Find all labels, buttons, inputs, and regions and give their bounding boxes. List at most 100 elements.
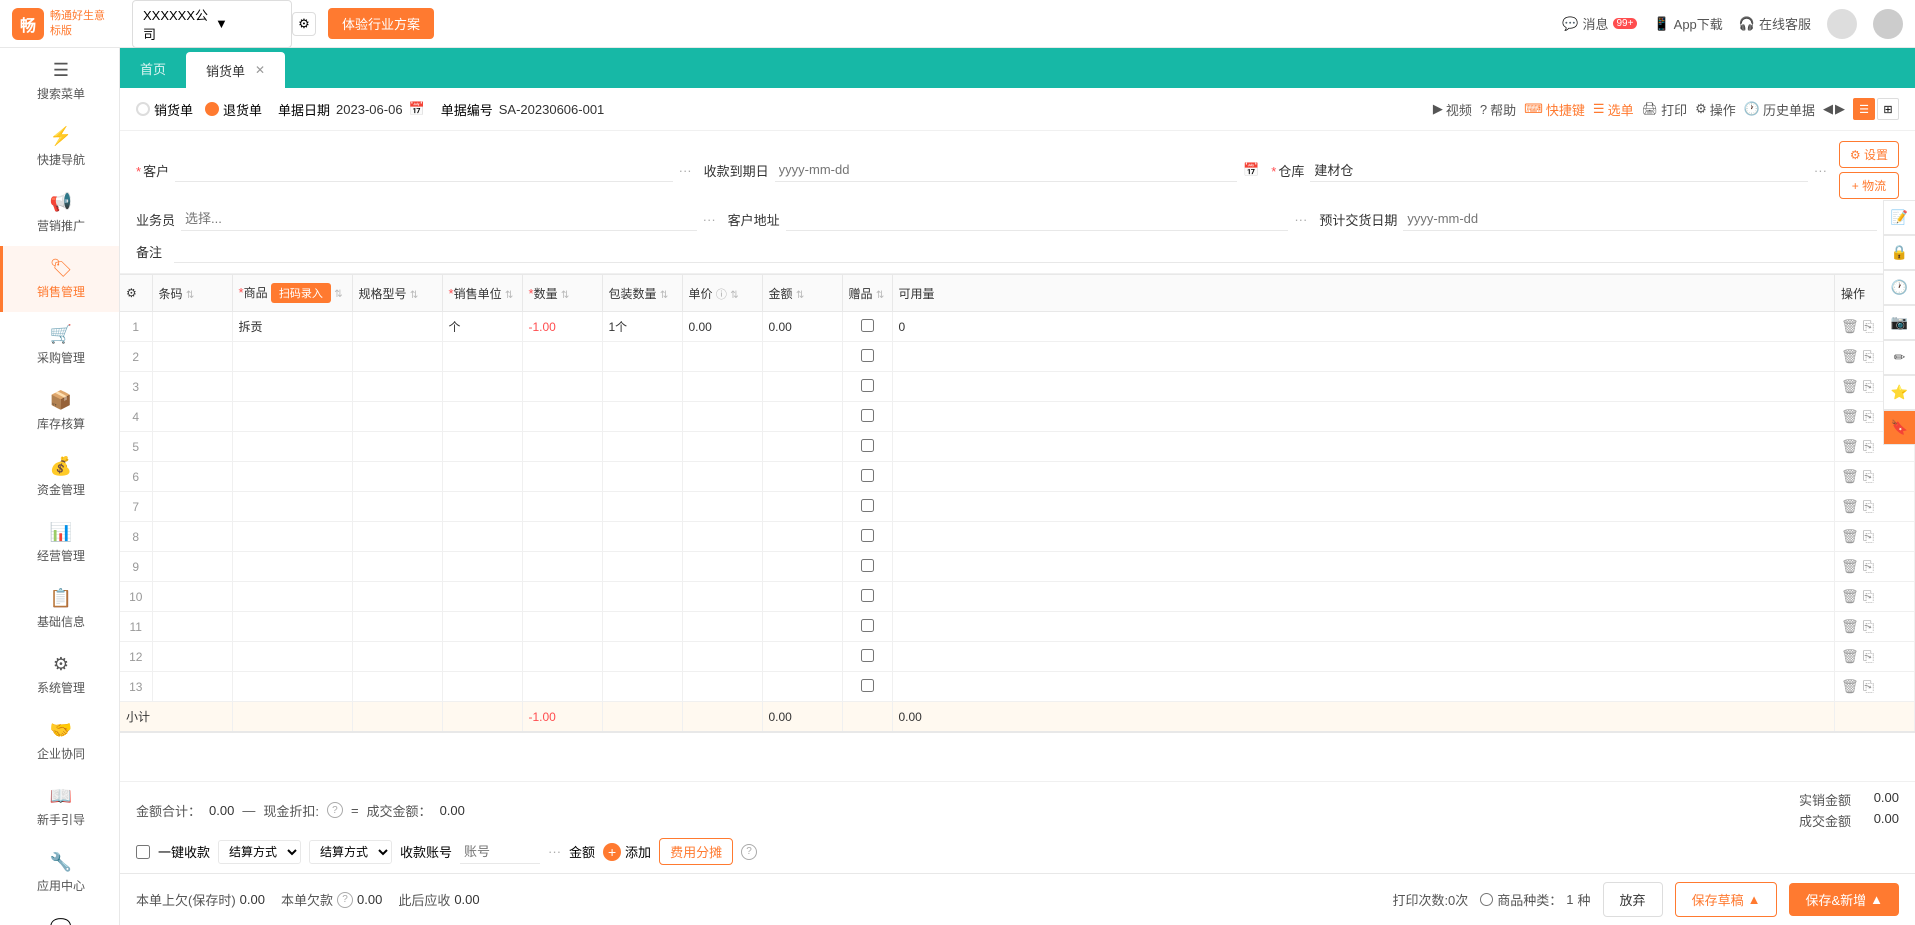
row-gift-8[interactable]: [842, 522, 892, 552]
row-pack-qty-12[interactable]: [602, 642, 682, 672]
row-product-7[interactable]: [232, 492, 352, 522]
row-copy-13[interactable]: ⎘: [1863, 678, 1874, 695]
row-spec-1[interactable]: [352, 312, 442, 342]
row-gift-6[interactable]: [842, 462, 892, 492]
row-delete-6[interactable]: 🗑: [1841, 468, 1859, 485]
sidebar-item-purchase[interactable]: 🛒 采购管理: [0, 312, 119, 378]
row-delete-2[interactable]: 🗑: [1841, 348, 1859, 365]
sidebar-item-guide[interactable]: 📖 新手引导: [0, 774, 119, 840]
row-copy-6[interactable]: ⎘: [1863, 468, 1874, 485]
expected-date-input[interactable]: [1403, 207, 1876, 231]
calendar-icon[interactable]: 📅: [409, 101, 425, 117]
row-barcode-9[interactable]: [152, 552, 232, 582]
help-btn[interactable]: ? 帮助: [1480, 100, 1516, 119]
expense-help-icon[interactable]: ?: [741, 844, 757, 860]
float-photo-btn[interactable]: 📷: [1883, 305, 1915, 340]
row-pack-qty-7[interactable]: [602, 492, 682, 522]
sidebar-item-app-center[interactable]: 🔧 应用中心: [0, 840, 119, 906]
row-unit-price-9[interactable]: [682, 552, 762, 582]
avatar-2[interactable]: [1873, 9, 1903, 39]
product-sort-icon[interactable]: ⇅: [334, 289, 342, 300]
float-bookmark-btn[interactable]: 🔖: [1883, 410, 1915, 445]
row-barcode-3[interactable]: [152, 372, 232, 402]
row-gift-1[interactable]: [842, 312, 892, 342]
company-selector[interactable]: XXXXXX公司 ▼: [132, 0, 292, 48]
radio-sales-order[interactable]: 销货单: [136, 100, 193, 119]
row-unit-1[interactable]: 个: [442, 312, 522, 342]
tab-close-icon[interactable]: ✕: [255, 63, 265, 77]
row-qty-8[interactable]: [522, 522, 602, 552]
row-spec-4[interactable]: [352, 402, 442, 432]
list-view-btn[interactable]: ☰: [1853, 98, 1875, 120]
row-barcode-8[interactable]: [152, 522, 232, 552]
operate-btn[interactable]: ⚙ 操作: [1695, 100, 1736, 119]
row-barcode-13[interactable]: [152, 672, 232, 702]
settings-btn[interactable]: ⚙ 设置: [1839, 141, 1899, 168]
row-delete-7[interactable]: 🗑: [1841, 498, 1859, 515]
float-history-btn[interactable]: 🕐: [1883, 270, 1915, 305]
customer-dots-btn[interactable]: ···: [679, 163, 692, 178]
row-delete-3[interactable]: 🗑: [1841, 378, 1859, 395]
row-amount-4[interactable]: [762, 402, 842, 432]
row-product-3[interactable]: [232, 372, 352, 402]
grid-view-btn[interactable]: ⊞: [1877, 98, 1899, 120]
row-unit-12[interactable]: [442, 642, 522, 672]
row-amount-12[interactable]: [762, 642, 842, 672]
row-unit-price-12[interactable]: [682, 642, 762, 672]
row-copy-1[interactable]: ⎘: [1863, 318, 1874, 335]
row-gift-13[interactable]: [842, 672, 892, 702]
row-unit-4[interactable]: [442, 402, 522, 432]
row-amount-6[interactable]: [762, 462, 842, 492]
row-amount-11[interactable]: [762, 612, 842, 642]
app-download-btn[interactable]: 📱 App下载: [1653, 14, 1722, 33]
shortcut-btn[interactable]: ⌨ 快捷键: [1524, 100, 1585, 119]
float-star-btn[interactable]: ⭐: [1883, 375, 1915, 410]
next-arrow[interactable]: ▶: [1835, 101, 1845, 117]
row-spec-11[interactable]: [352, 612, 442, 642]
row-unit-price-8[interactable]: [682, 522, 762, 552]
row-gift-12[interactable]: [842, 642, 892, 672]
expense-split-btn[interactable]: 费用分摊: [659, 838, 733, 865]
print-btn[interactable]: 🖨 打印: [1642, 100, 1688, 119]
save-draft-btn[interactable]: 保存草稿 ▲: [1675, 882, 1778, 917]
row-gift-11[interactable]: [842, 612, 892, 642]
row-product-8[interactable]: [232, 522, 352, 552]
row-gift-5[interactable]: [842, 432, 892, 462]
row-spec-7[interactable]: [352, 492, 442, 522]
row-barcode-2[interactable]: [152, 342, 232, 372]
row-qty-6[interactable]: [522, 462, 602, 492]
row-barcode-12[interactable]: [152, 642, 232, 672]
row-qty-12[interactable]: [522, 642, 602, 672]
row-unit-price-13[interactable]: [682, 672, 762, 702]
row-product-9[interactable]: [232, 552, 352, 582]
sidebar-item-search[interactable]: ☰ 搜索菜单: [0, 48, 119, 114]
row-barcode-1[interactable]: [152, 312, 232, 342]
product-kind-radio[interactable]: [1480, 893, 1493, 906]
float-note-btn[interactable]: 📝: [1883, 200, 1915, 235]
row-pack-qty-10[interactable]: [602, 582, 682, 612]
row-product-6[interactable]: [232, 462, 352, 492]
sidebar-item-quick-nav[interactable]: ⚡ 快捷导航: [0, 114, 119, 180]
row-spec-5[interactable]: [352, 432, 442, 462]
settlement-method-select[interactable]: 结算方式: [218, 840, 301, 864]
row-delete-13[interactable]: 🗑: [1841, 678, 1859, 695]
row-amount-13[interactable]: [762, 672, 842, 702]
row-spec-8[interactable]: [352, 522, 442, 552]
radio-return-order[interactable]: 退货单: [205, 100, 262, 119]
col-settings[interactable]: ⚙: [120, 275, 152, 312]
row-barcode-6[interactable]: [152, 462, 232, 492]
row-amount-10[interactable]: [762, 582, 842, 612]
row-product-2[interactable]: [232, 342, 352, 372]
row-gift-3[interactable]: [842, 372, 892, 402]
row-product-11[interactable]: [232, 612, 352, 642]
row-unit-price-3[interactable]: [682, 372, 762, 402]
row-qty-5[interactable]: [522, 432, 602, 462]
row-pack-qty-5[interactable]: [602, 432, 682, 462]
row-delete-1[interactable]: 🗑: [1841, 318, 1859, 335]
row-product-5[interactable]: [232, 432, 352, 462]
tab-sales-order[interactable]: 销货单 ✕: [186, 52, 285, 88]
row-product-13[interactable]: [232, 672, 352, 702]
row-unit-price-7[interactable]: [682, 492, 762, 522]
row-qty-13[interactable]: [522, 672, 602, 702]
row-pack-qty-4[interactable]: [602, 402, 682, 432]
